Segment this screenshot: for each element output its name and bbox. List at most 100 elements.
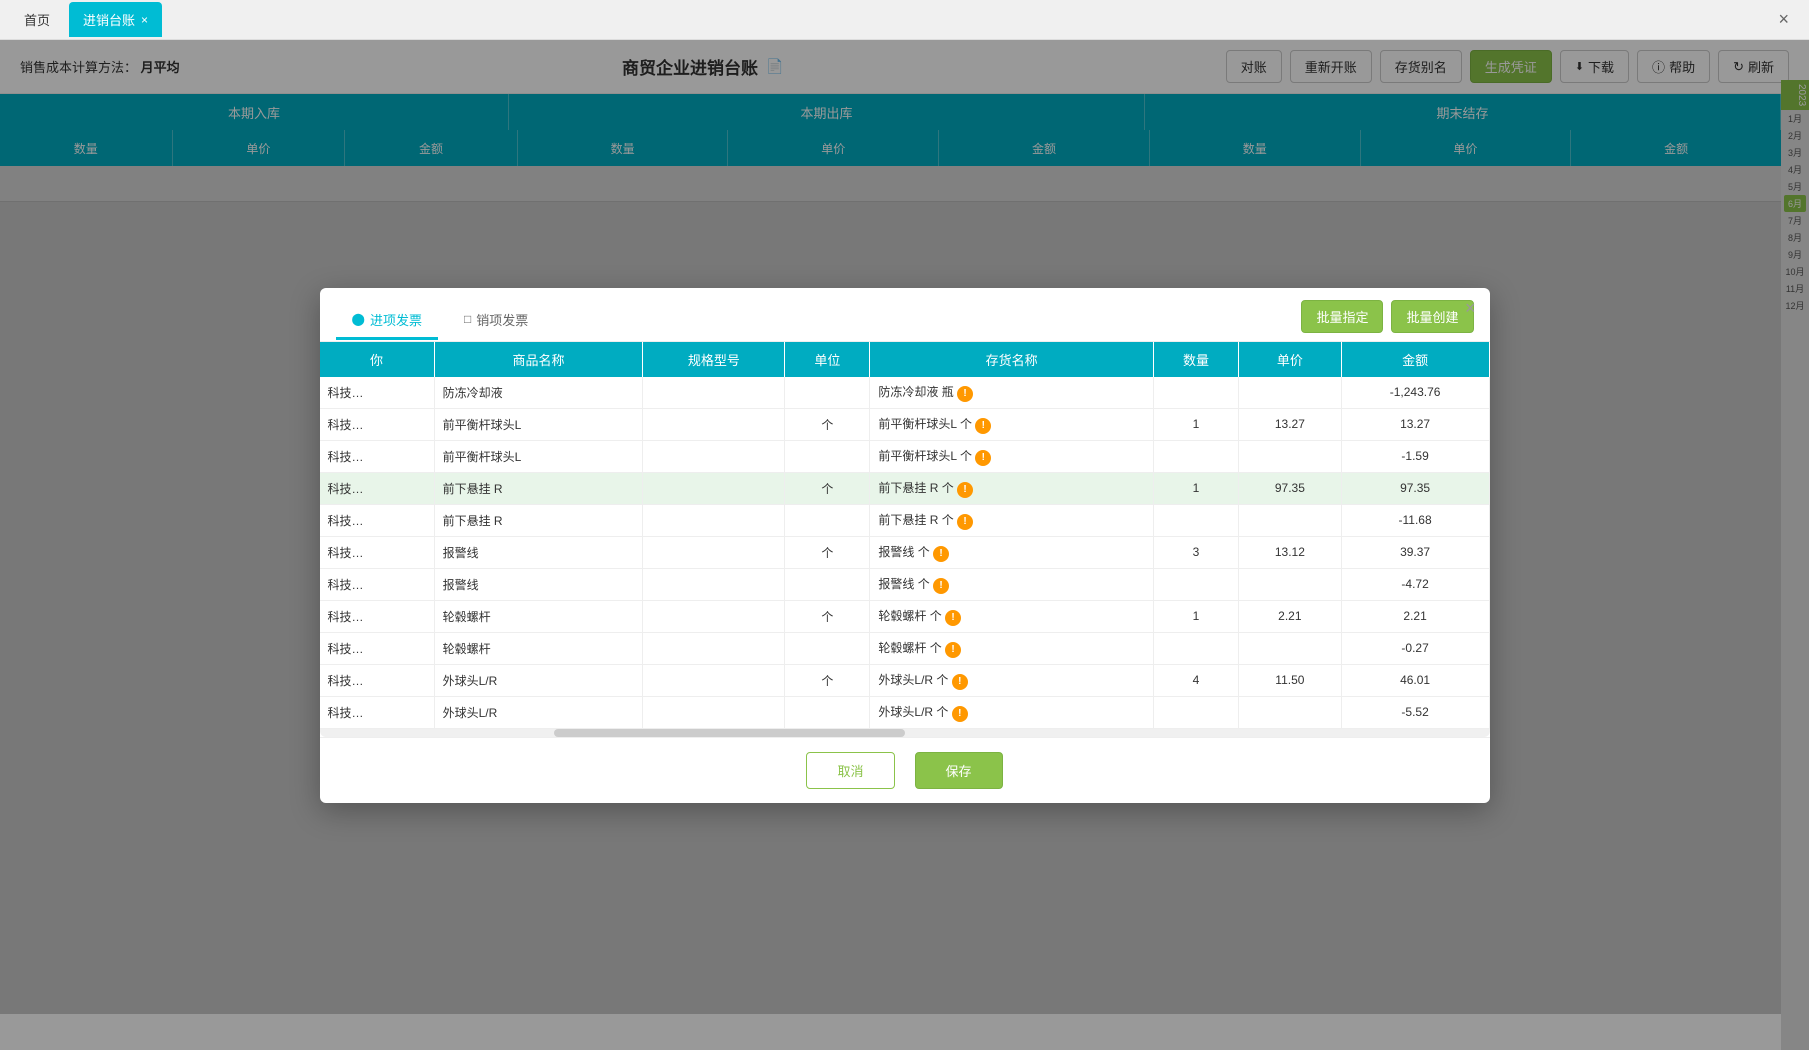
modal-footer: 取消 保存 <box>320 737 1490 803</box>
cell-unit-price: 11.50 <box>1239 664 1342 696</box>
warning-icon: ! <box>957 514 973 530</box>
cell-spec <box>643 408 785 440</box>
warning-icon: ! <box>945 610 961 626</box>
cell-id: 科技… <box>320 440 435 472</box>
modal-scrollbar[interactable] <box>320 729 1490 737</box>
tab-label: 进销台账 <box>83 10 135 29</box>
cell-amount: 97.35 <box>1341 472 1489 504</box>
cell-quantity <box>1153 696 1238 728</box>
cell-stock-name: 防冻冷却液 瓶 ! <box>870 377 1153 409</box>
cell-id: 科技… <box>320 568 435 600</box>
col-header-stock-name: 存货名称 <box>870 342 1153 377</box>
cell-unit-price <box>1239 377 1342 409</box>
warning-icon: ! <box>952 706 968 722</box>
table-row[interactable]: 科技… 报警线 个 报警线 个 ! 3 13.12 39.37 <box>320 536 1490 568</box>
cell-product-name: 前平衡杆球头L <box>434 408 643 440</box>
cell-amount: 2.21 <box>1341 600 1489 632</box>
cell-unit <box>785 568 870 600</box>
cell-id: 科技… <box>320 600 435 632</box>
batch-specify-button[interactable]: 批量指定 <box>1301 300 1383 333</box>
modal-scrollbar-thumb[interactable] <box>554 729 905 737</box>
top-bar: 首页 进销台账 × × <box>0 0 1809 40</box>
cell-spec <box>643 664 785 696</box>
cell-unit-price <box>1239 632 1342 664</box>
cell-stock-name: 前平衡杆球头L 个 ! <box>870 408 1153 440</box>
cell-product-name: 轮毂螺杆 <box>434 600 643 632</box>
cell-quantity: 1 <box>1153 408 1238 440</box>
cell-stock-name: 外球头L/R 个 ! <box>870 664 1153 696</box>
tab-sales-invoice[interactable]: □ 销项发票 <box>448 302 544 340</box>
cell-id: 科技… <box>320 377 435 409</box>
cell-product-name: 报警线 <box>434 536 643 568</box>
cell-unit: 个 <box>785 600 870 632</box>
warning-icon: ! <box>957 482 973 498</box>
tab-close-icon[interactable]: × <box>141 13 148 27</box>
modal-dialog: ⬤ 进项发票 □ 销项发票 批量指定 批量创建 × 你 <box>320 288 1490 803</box>
save-button[interactable]: 保存 <box>915 752 1003 789</box>
cell-amount: -4.72 <box>1341 568 1489 600</box>
home-tab[interactable]: 首页 <box>10 2 64 37</box>
modal-table-body: 科技… 防冻冷却液 防冻冷却液 瓶 ! -1,243.76 科技… 前平衡杆球头… <box>320 377 1490 729</box>
cell-quantity <box>1153 568 1238 600</box>
purchase-sales-tab[interactable]: 进销台账 × <box>69 2 162 37</box>
cell-quantity: 3 <box>1153 536 1238 568</box>
cancel-button[interactable]: 取消 <box>806 752 894 789</box>
cell-unit: 个 <box>785 408 870 440</box>
table-row[interactable]: 科技… 轮毂螺杆 个 轮毂螺杆 个 ! 1 2.21 2.21 <box>320 600 1490 632</box>
cell-amount: -1,243.76 <box>1341 377 1489 409</box>
cell-unit-price <box>1239 440 1342 472</box>
table-row[interactable]: 科技… 外球头L/R 外球头L/R 个 ! -5.52 <box>320 696 1490 728</box>
warning-icon: ! <box>975 450 991 466</box>
warning-icon: ! <box>933 578 949 594</box>
warning-icon: ! <box>952 674 968 690</box>
table-row[interactable]: 科技… 报警线 报警线 个 ! -4.72 <box>320 568 1490 600</box>
cell-product-name: 轮毂螺杆 <box>434 632 643 664</box>
col-header-spec: 规格型号 <box>643 342 785 377</box>
cell-quantity <box>1153 504 1238 536</box>
cell-stock-name: 外球头L/R 个 ! <box>870 696 1153 728</box>
warning-icon: ! <box>975 418 991 434</box>
main-area: 销售成本计算方法： 月平均 商贸企业进销台账 📄 对账 重新开账 存货别名 生成… <box>0 40 1809 1050</box>
col-header-product-name: 商品名称 <box>434 342 643 377</box>
cell-product-name: 前平衡杆球头L <box>434 440 643 472</box>
table-row[interactable]: 科技… 轮毂螺杆 轮毂螺杆 个 ! -0.27 <box>320 632 1490 664</box>
cell-amount: 13.27 <box>1341 408 1489 440</box>
batch-create-button[interactable]: 批量创建 <box>1391 300 1473 333</box>
warning-icon: ! <box>945 642 961 658</box>
modal-table-wrapper: 你 商品名称 规格型号 单位 存货名称 数量 单价 金额 科技… <box>320 342 1490 729</box>
tab-purchase-invoice[interactable]: ⬤ 进项发票 <box>336 302 438 340</box>
cell-unit <box>785 377 870 409</box>
cell-quantity: 1 <box>1153 472 1238 504</box>
table-header-row: 你 商品名称 规格型号 单位 存货名称 数量 单价 金额 <box>320 342 1490 377</box>
cell-unit-price: 13.12 <box>1239 536 1342 568</box>
table-row[interactable]: 科技… 前平衡杆球头L 个 前平衡杆球头L 个 ! 1 13.27 13.27 <box>320 408 1490 440</box>
cell-spec <box>643 472 785 504</box>
cell-unit-price: 13.27 <box>1239 408 1342 440</box>
window-close-icon[interactable]: × <box>1768 5 1799 34</box>
modal-table: 你 商品名称 规格型号 单位 存货名称 数量 单价 金额 科技… <box>320 342 1490 729</box>
cell-stock-name: 报警线 个 ! <box>870 536 1153 568</box>
cell-spec <box>643 377 785 409</box>
cell-unit-price <box>1239 696 1342 728</box>
warning-icon: ! <box>957 386 973 402</box>
cell-spec <box>643 440 785 472</box>
modal-close-button[interactable]: × <box>1465 298 1476 319</box>
cell-unit <box>785 632 870 664</box>
table-row[interactable]: 科技… 外球头L/R 个 外球头L/R 个 ! 4 11.50 46.01 <box>320 664 1490 696</box>
table-row[interactable]: 科技… 前平衡杆球头L 前平衡杆球头L 个 ! -1.59 <box>320 440 1490 472</box>
table-row[interactable]: 科技… 防冻冷却液 防冻冷却液 瓶 ! -1,243.76 <box>320 377 1490 409</box>
cell-id: 科技… <box>320 664 435 696</box>
modal-overlay: ⬤ 进项发票 □ 销项发票 批量指定 批量创建 × 你 <box>0 40 1809 1050</box>
cell-stock-name: 前下悬挂 R 个 ! <box>870 504 1153 536</box>
cell-spec <box>643 504 785 536</box>
cell-id: 科技… <box>320 408 435 440</box>
cell-quantity: 1 <box>1153 600 1238 632</box>
cell-id: 科技… <box>320 472 435 504</box>
cell-quantity: 4 <box>1153 664 1238 696</box>
warning-icon: ! <box>933 546 949 562</box>
table-row[interactable]: 科技… 前下悬挂 R 个 前下悬挂 R 个 ! 1 97.35 97.35 <box>320 472 1490 504</box>
col-header-quantity: 数量 <box>1153 342 1238 377</box>
table-row[interactable]: 科技… 前下悬挂 R 前下悬挂 R 个 ! -11.68 <box>320 504 1490 536</box>
cell-spec <box>643 600 785 632</box>
cell-unit: 个 <box>785 472 870 504</box>
